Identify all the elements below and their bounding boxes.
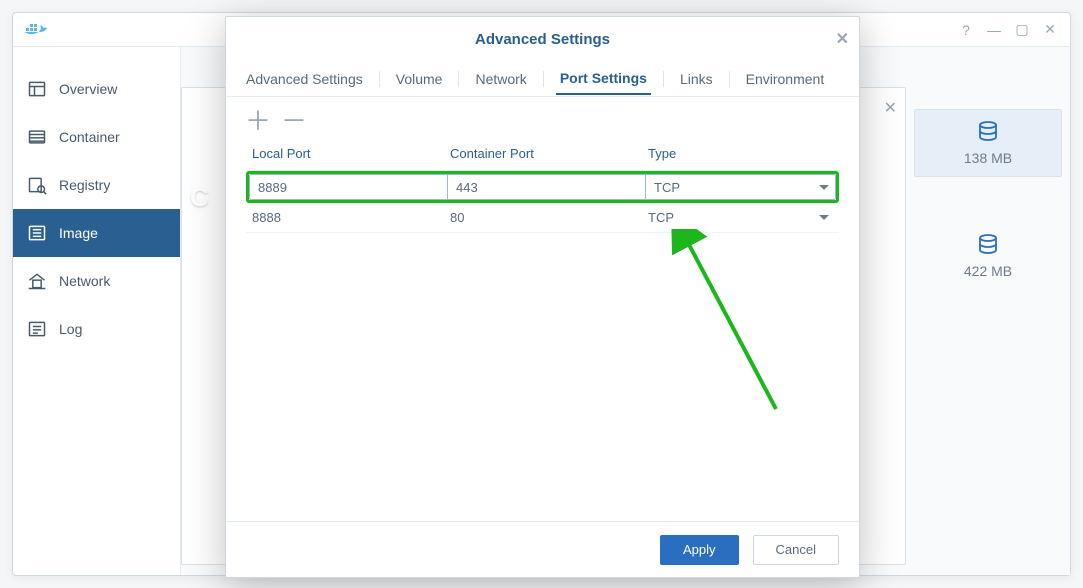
tab-volume[interactable]: Volume bbox=[392, 64, 447, 94]
advanced-settings-modal: Advanced Settings ✕ Advanced Settings Vo… bbox=[225, 16, 860, 578]
tab-separator bbox=[458, 71, 459, 87]
close-button[interactable]: ✕ bbox=[1036, 16, 1064, 44]
col-type: Type bbox=[642, 142, 839, 165]
log-icon bbox=[27, 319, 47, 339]
sidebar-item-container[interactable]: Container bbox=[13, 113, 180, 161]
image-size-value: 422 MB bbox=[964, 263, 1012, 279]
image-size-value: 138 MB bbox=[964, 150, 1012, 166]
overview-icon bbox=[27, 79, 47, 99]
tab-advanced-settings[interactable]: Advanced Settings bbox=[242, 64, 367, 94]
image-size-card[interactable]: 138 MB bbox=[914, 109, 1062, 177]
local-port-input[interactable] bbox=[249, 174, 447, 200]
sidebar-item-label: Registry bbox=[59, 177, 110, 193]
sidebar-item-network[interactable]: Network bbox=[13, 257, 180, 305]
sidebar-item-image[interactable]: Image bbox=[13, 209, 180, 257]
registry-icon bbox=[27, 175, 47, 195]
col-local-port: Local Port bbox=[246, 142, 444, 165]
docker-logo-icon bbox=[23, 20, 49, 40]
port-table-header: Local Port Container Port Type bbox=[246, 141, 839, 171]
port-toolbar: ＋ － bbox=[246, 105, 839, 141]
maximize-button[interactable]: ▢ bbox=[1008, 16, 1036, 44]
container-icon bbox=[27, 127, 47, 147]
cancel-button[interactable]: Cancel bbox=[753, 535, 839, 565]
help-button[interactable]: ? bbox=[952, 16, 980, 44]
sidebar-item-registry[interactable]: Registry bbox=[13, 161, 180, 209]
modal-close-icon[interactable]: ✕ bbox=[836, 29, 849, 49]
database-icon bbox=[925, 120, 1051, 144]
type-select-value: TCP bbox=[654, 180, 680, 195]
add-port-button[interactable]: ＋ bbox=[246, 109, 270, 133]
tab-separator bbox=[543, 71, 544, 87]
modal-tabbar: Advanced Settings Volume Network Port Se… bbox=[226, 61, 859, 97]
col-container-port: Container Port bbox=[444, 142, 642, 165]
local-port-value: 8888 bbox=[246, 206, 444, 229]
sidebar-item-label: Container bbox=[59, 129, 120, 145]
tab-separator bbox=[379, 71, 380, 87]
container-port-input[interactable] bbox=[447, 174, 645, 200]
tab-links[interactable]: Links bbox=[676, 64, 717, 94]
chevron-down-icon bbox=[819, 185, 829, 190]
background-dialog-close-icon[interactable]: ✕ bbox=[884, 98, 897, 118]
port-row-editing[interactable]: TCP bbox=[246, 171, 839, 203]
modal-header: Advanced Settings ✕ bbox=[226, 17, 859, 61]
tab-port-settings[interactable]: Port Settings bbox=[556, 63, 651, 95]
type-value: TCP bbox=[648, 210, 674, 225]
container-port-value: 80 bbox=[444, 206, 642, 229]
sidebar-item-label: Overview bbox=[59, 81, 117, 97]
annotation-arrow bbox=[656, 229, 786, 419]
image-icon bbox=[27, 223, 47, 243]
modal-title: Advanced Settings bbox=[475, 31, 610, 48]
image-size-card[interactable]: 422 MB bbox=[914, 223, 1062, 289]
sidebar-item-label: Network bbox=[59, 273, 110, 289]
sidebar-item-log[interactable]: Log bbox=[13, 305, 180, 353]
tab-network[interactable]: Network bbox=[471, 64, 530, 94]
tab-separator bbox=[663, 71, 664, 87]
modal-footer: Apply Cancel bbox=[226, 521, 859, 577]
obscured-letter: C bbox=[190, 182, 209, 213]
apply-button[interactable]: Apply bbox=[660, 535, 739, 565]
tab-environment[interactable]: Environment bbox=[742, 64, 829, 94]
port-table: Local Port Container Port Type TCP bbox=[246, 141, 839, 233]
sidebar-item-label: Image bbox=[59, 225, 98, 241]
sidebar-item-label: Log bbox=[59, 321, 82, 337]
sidebar-item-overview[interactable]: Overview bbox=[13, 65, 180, 113]
type-select[interactable]: TCP bbox=[645, 174, 836, 200]
remove-port-button[interactable]: － bbox=[282, 109, 306, 133]
minimize-button[interactable]: — bbox=[980, 16, 1008, 44]
database-icon bbox=[924, 233, 1052, 257]
port-row[interactable]: 8888 80 TCP bbox=[246, 203, 839, 233]
tab-separator bbox=[729, 71, 730, 87]
chevron-down-icon bbox=[819, 215, 829, 220]
network-icon bbox=[27, 271, 47, 291]
sidebar: Overview Container Registry Image bbox=[13, 47, 181, 575]
